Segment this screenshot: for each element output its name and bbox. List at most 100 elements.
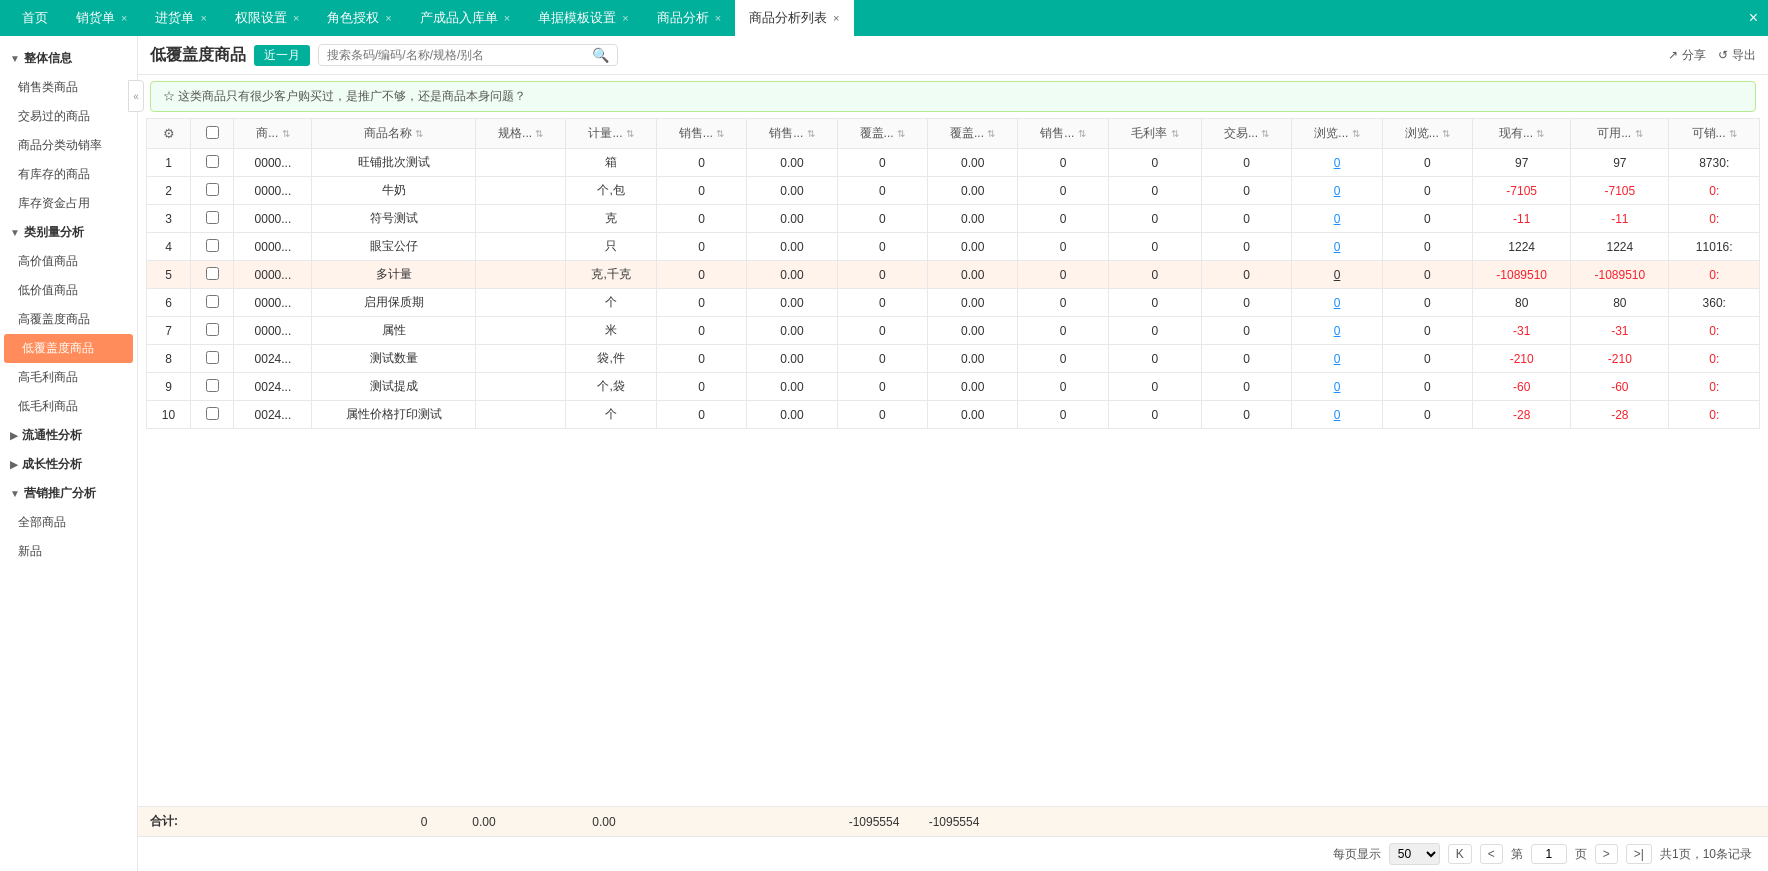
sidebar-collapse-button[interactable]: « [128,80,144,112]
sidebar-section-overall[interactable]: ▼ 整体信息 [0,44,137,73]
close-tab-templates[interactable]: × [622,12,628,24]
sidebar-item-category-turnover[interactable]: 商品分类动销率 [0,131,137,160]
sidebar-section-category-analysis[interactable]: ▼ 类别量分析 [0,218,137,247]
col-browse1[interactable]: 浏览... ⇅ [1292,119,1382,149]
close-tab-roles[interactable]: × [385,12,391,24]
sidebar-item-high-value[interactable]: 高价值商品 [0,247,137,276]
row-select-checkbox[interactable] [206,239,219,252]
col-sales-qty[interactable]: 销售... ⇅ [656,119,746,149]
row-code: 0024... [234,401,312,429]
row-browse1[interactable]: 0 [1292,233,1382,261]
col-checkbox[interactable] [191,119,234,149]
sidebar-item-new-goods[interactable]: 新品 [0,537,137,566]
export-button[interactable]: ↺ 导出 [1718,47,1756,64]
nav-tab-products[interactable]: 产成品入库单 × [406,0,524,36]
row-select-checkbox[interactable] [206,295,219,308]
sidebar-item-all-goods[interactable]: 全部商品 [0,508,137,537]
col-browse2[interactable]: 浏览... ⇅ [1382,119,1472,149]
row-select-checkbox[interactable] [206,155,219,168]
nav-tab-permissions[interactable]: 权限设置 × [221,0,313,36]
row-checkbox[interactable] [191,289,234,317]
sidebar-item-with-inventory[interactable]: 有库存的商品 [0,160,137,189]
sidebar-section-flow-analysis[interactable]: ▶ 流通性分析 [0,421,137,450]
sidebar-section-marketing-analysis[interactable]: ▼ 营销推广分析 [0,479,137,508]
share-button[interactable]: ↗ 分享 [1668,47,1706,64]
sidebar-item-high-profit[interactable]: 高毛利商品 [0,363,137,392]
nav-tab-purchase[interactable]: 进货单 × [141,0,220,36]
settings-icon[interactable]: ⚙ [163,126,175,141]
col-settings[interactable]: ⚙ [147,119,191,149]
row-checkbox[interactable] [191,205,234,233]
row-browse1[interactable]: 0 [1292,289,1382,317]
col-coverage2[interactable]: 覆盖... ⇅ [927,119,1017,149]
row-select-checkbox[interactable] [206,351,219,364]
sidebar-item-low-value[interactable]: 低价值商品 [0,276,137,305]
row-browse1[interactable]: 0 [1292,149,1382,177]
col-gross-rate[interactable]: 毛利率 ⇅ [1108,119,1201,149]
close-tab-products[interactable]: × [504,12,510,24]
row-browse1[interactable]: 0 [1292,345,1382,373]
nav-tab-templates[interactable]: 单据模板设置 × [524,0,642,36]
col-trade[interactable]: 交易... ⇅ [1201,119,1291,149]
row-browse1[interactable]: 0 [1292,205,1382,233]
row-browse1[interactable]: 0 [1292,317,1382,345]
sidebar-item-low-coverage[interactable]: 低覆盖度商品 [4,334,133,363]
sidebar-item-high-coverage[interactable]: 高覆盖度商品 [0,305,137,334]
sidebar-item-sales-goods[interactable]: 销售类商品 [0,73,137,102]
row-checkbox[interactable] [191,149,234,177]
col-code[interactable]: 商... ⇅ [234,119,312,149]
first-page-button[interactable]: K [1448,844,1472,864]
row-checkbox[interactable] [191,317,234,345]
search-input[interactable] [327,48,592,62]
row-select-checkbox[interactable] [206,183,219,196]
prev-page-button[interactable]: < [1480,844,1503,864]
row-browse1[interactable]: 0 [1292,373,1382,401]
page-number-input[interactable] [1531,844,1567,864]
col-sales-amt[interactable]: 销售... ⇅ [747,119,837,149]
nav-tab-analysis[interactable]: 商品分析 × [643,0,735,36]
row-select-checkbox[interactable] [206,407,219,420]
nav-tab-analysis-list[interactable]: 商品分析列表 × [735,0,853,36]
close-window-button[interactable]: × [1749,9,1758,27]
row-browse1[interactable]: 0 [1292,261,1382,289]
col-sellable[interactable]: 可销... ⇅ [1669,119,1760,149]
select-all-checkbox[interactable] [206,126,219,139]
close-tab-purchase[interactable]: × [200,12,206,24]
sidebar-item-traded-goods[interactable]: 交易过的商品 [0,102,137,131]
row-select-checkbox[interactable] [206,379,219,392]
row-browse1[interactable]: 0 [1292,401,1382,429]
last-page-button[interactable]: >| [1626,844,1652,864]
nav-tab-roles[interactable]: 角色授权 × [313,0,405,36]
next-page-button[interactable]: > [1595,844,1618,864]
row-checkbox[interactable] [191,373,234,401]
col-current[interactable]: 现有... ⇅ [1473,119,1571,149]
row-checkbox[interactable] [191,233,234,261]
row-checkbox[interactable] [191,261,234,289]
row-checkbox[interactable] [191,345,234,373]
table-container[interactable]: ⚙ 商... ⇅ 商品名称 ⇅ 规格... ⇅ 计量... ⇅ 销售... ⇅ … [138,118,1768,806]
row-select-checkbox[interactable] [206,267,219,280]
col-name[interactable]: 商品名称 ⇅ [312,119,476,149]
col-spec[interactable]: 规格... ⇅ [476,119,566,149]
close-tab-sales[interactable]: × [121,12,127,24]
row-select-checkbox[interactable] [206,323,219,336]
page-size-select[interactable]: 50 100 200 [1389,843,1440,865]
nav-tab-home[interactable]: 首页 [8,0,62,36]
col-unit[interactable]: 计量... ⇅ [566,119,656,149]
row-checkbox[interactable] [191,401,234,429]
period-button[interactable]: 近一月 [254,45,310,66]
close-tab-permissions[interactable]: × [293,12,299,24]
row-checkbox[interactable] [191,177,234,205]
close-tab-analysis-list[interactable]: × [833,12,839,24]
row-select-checkbox[interactable] [206,211,219,224]
row-browse1[interactable]: 0 [1292,177,1382,205]
sidebar-section-growth-analysis[interactable]: ▶ 成长性分析 [0,450,137,479]
col-available[interactable]: 可用... ⇅ [1571,119,1669,149]
nav-tab-sales[interactable]: 销货单 × [62,0,141,36]
sidebar-item-low-profit[interactable]: 低毛利商品 [0,392,137,421]
col-coverage1[interactable]: 覆盖... ⇅ [837,119,927,149]
sidebar-item-inventory-capital[interactable]: 库存资金占用 [0,189,137,218]
col-sales3[interactable]: 销售... ⇅ [1018,119,1108,149]
row-available: -7105 [1571,177,1669,205]
close-tab-analysis[interactable]: × [715,12,721,24]
